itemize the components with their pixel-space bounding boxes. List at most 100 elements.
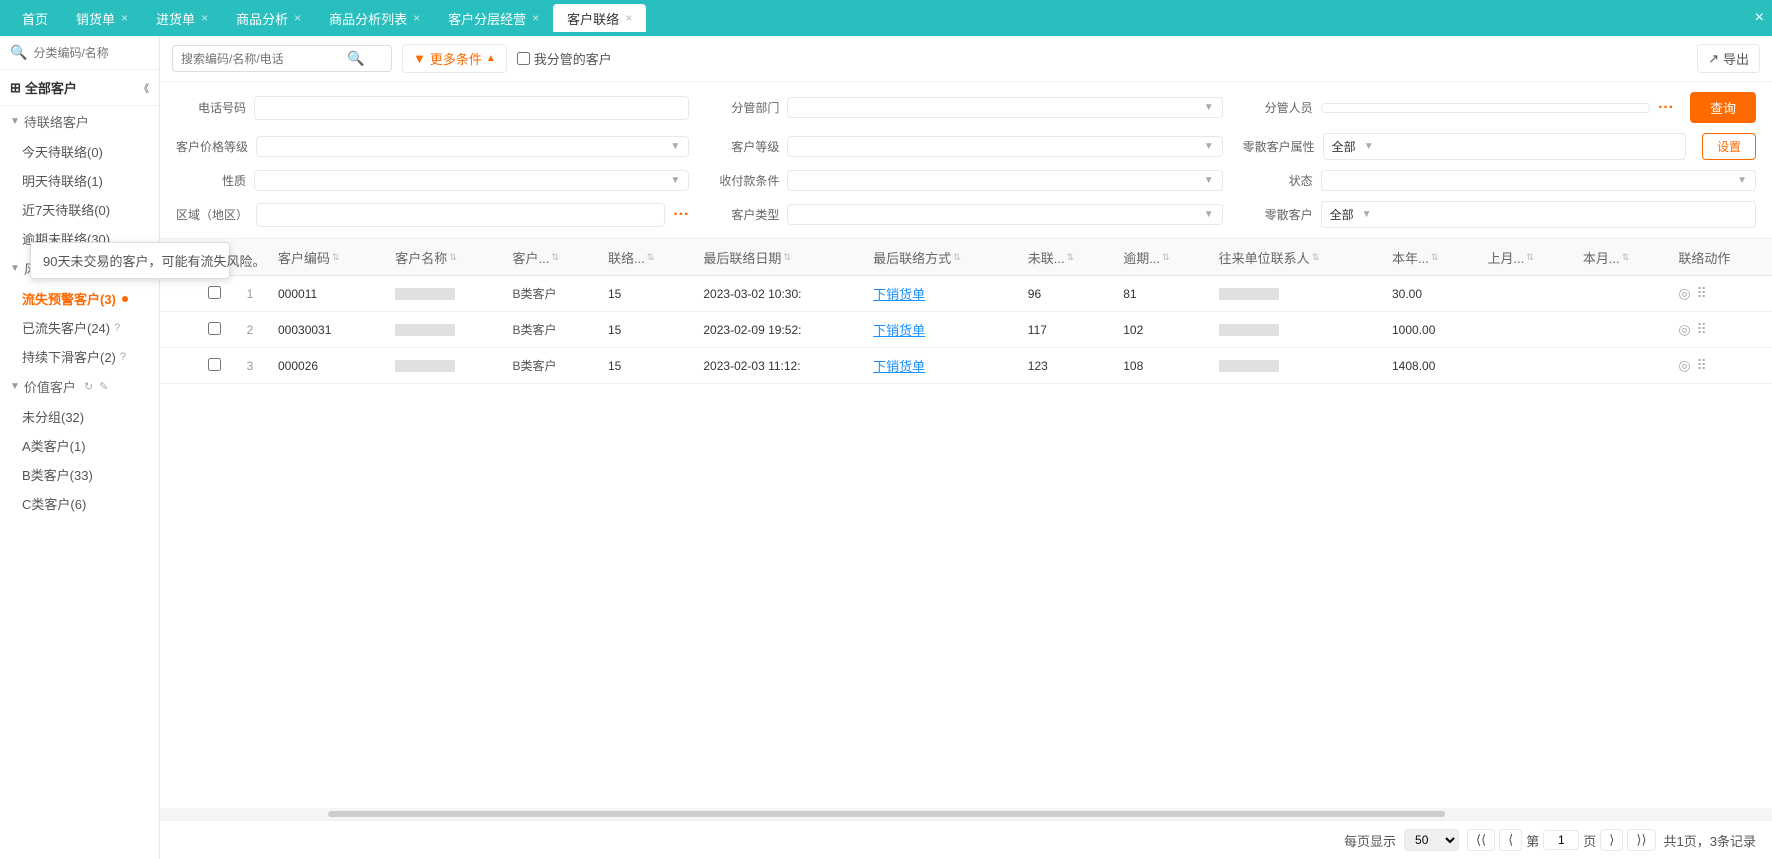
col-this-month[interactable]: 本月...⇅ bbox=[1573, 239, 1668, 276]
col-last-month[interactable]: 上月...⇅ bbox=[1477, 239, 1572, 276]
row-last-contact-way[interactable]: 下销货单 bbox=[863, 312, 1018, 348]
row-check-cell[interactable] bbox=[196, 312, 232, 348]
row-check-cell[interactable] bbox=[196, 276, 232, 312]
col-last-contact-date[interactable]: 最后联络日期⇅ bbox=[693, 239, 863, 276]
col-code[interactable]: 客户编码⇅ bbox=[268, 239, 385, 276]
tab-sales[interactable]: 销货单 × bbox=[62, 4, 142, 32]
arrow-down-icon-risk: ▼ bbox=[10, 263, 20, 274]
page-next-btn[interactable]: ⟩ bbox=[1600, 829, 1623, 851]
horizontal-scrollbar[interactable] bbox=[160, 808, 1772, 820]
filter-cust-level-select[interactable]: ▼ bbox=[787, 136, 1222, 157]
filter-phone-input[interactable] bbox=[254, 96, 689, 120]
sidebar-search-input[interactable] bbox=[33, 46, 160, 60]
row-last-contact-way[interactable]: 下销货单 bbox=[863, 276, 1018, 312]
tab-product-analysis-close[interactable]: × bbox=[294, 11, 301, 25]
window-close-btn[interactable]: × bbox=[1755, 9, 1764, 27]
sidebar-item-7days[interactable]: 近7天待联络(0) bbox=[0, 195, 159, 224]
tab-customer-contact[interactable]: 客户联络 × bbox=[553, 4, 646, 32]
filter-price-tier-select[interactable]: ▼ bbox=[256, 136, 689, 157]
tab-customer-tier[interactable]: 客户分层经营 × bbox=[434, 4, 553, 32]
row-more-icon[interactable]: ⠿ bbox=[1697, 321, 1707, 338]
col-unit-contacts[interactable]: 往来单位联系人⇅ bbox=[1209, 239, 1382, 276]
row-checkbox[interactable] bbox=[208, 286, 221, 299]
col-overdue[interactable]: 逾期...⇅ bbox=[1113, 239, 1208, 276]
filter-retail-select[interactable]: 全部 ▼ bbox=[1321, 201, 1756, 228]
sidebar-item-class-b[interactable]: B类客户(33) bbox=[0, 460, 159, 489]
sidebar-item-class-c[interactable]: C类客户(6) bbox=[0, 489, 159, 518]
tab-product-analysis-list-close[interactable]: × bbox=[413, 11, 420, 25]
sidebar-item-today[interactable]: 今天待联络(0) bbox=[0, 137, 159, 166]
col-no-contact[interactable]: 未联...⇅ bbox=[1018, 239, 1113, 276]
col-contacts[interactable]: 联络...⇅ bbox=[598, 239, 693, 276]
page-first-btn[interactable]: ⟨⟨ bbox=[1467, 829, 1495, 851]
more-filter-btn[interactable]: ▼ 更多条件 ▲ bbox=[402, 44, 507, 73]
filter-status-select[interactable]: ▼ bbox=[1321, 170, 1756, 191]
sidebar-item-class-a[interactable]: A类客户(1) bbox=[0, 431, 159, 460]
tab-purchase-close[interactable]: × bbox=[201, 11, 208, 25]
main-search-input[interactable] bbox=[181, 52, 341, 66]
tab-home[interactable]: 首页 bbox=[8, 4, 62, 32]
row-no-contact: 123 bbox=[1018, 348, 1113, 384]
row-this-month bbox=[1573, 276, 1668, 312]
filter-manager-select[interactable] bbox=[1321, 103, 1650, 113]
sort-overdue-icon: ⇅ bbox=[1162, 252, 1170, 263]
filter-manager-more-btn[interactable]: ··· bbox=[1658, 99, 1674, 117]
page-prev-btn[interactable]: ⟨ bbox=[1499, 829, 1522, 851]
filter-manager: 分管人员 ··· 查询 bbox=[1243, 92, 1756, 123]
arrow-down-icon: ▼ bbox=[10, 116, 20, 127]
row-more-icon[interactable]: ⠿ bbox=[1697, 357, 1707, 374]
export-btn[interactable]: ↗ 导出 bbox=[1697, 44, 1760, 73]
filter-region-input[interactable] bbox=[256, 203, 665, 227]
col-this-year[interactable]: 本年...⇅ bbox=[1382, 239, 1477, 276]
my-customers-checkbox[interactable] bbox=[517, 52, 530, 65]
per-page-select[interactable]: 50 100 200 bbox=[1404, 829, 1459, 851]
filter-region-more-btn[interactable]: ··· bbox=[673, 206, 689, 224]
filter-nature-select[interactable]: ▼ bbox=[254, 170, 689, 191]
filter-dept-select[interactable]: ▼ bbox=[787, 97, 1222, 118]
settings-btn[interactable]: 设置 bbox=[1702, 133, 1756, 160]
page-input[interactable] bbox=[1543, 830, 1579, 850]
tab-customer-contact-close[interactable]: × bbox=[625, 11, 632, 25]
sidebar-group-header-pending[interactable]: ▼ 待联络客户 bbox=[0, 106, 159, 137]
tab-sales-close[interactable]: × bbox=[121, 11, 128, 25]
row-more-icon[interactable]: ⠿ bbox=[1697, 285, 1707, 302]
row-last-contact-way[interactable]: 下销货单 bbox=[863, 348, 1018, 384]
query-btn[interactable]: 查询 bbox=[1690, 92, 1756, 123]
tab-product-analysis[interactable]: 商品分析 × bbox=[222, 4, 315, 32]
row-checkbox[interactable] bbox=[208, 358, 221, 371]
help-icon2: ? bbox=[120, 351, 126, 363]
row-contact-icon[interactable]: ◎ bbox=[1678, 321, 1690, 338]
page-last-btn[interactable]: ⟩⟩ bbox=[1627, 829, 1655, 851]
row-checkbox[interactable] bbox=[208, 322, 221, 335]
filter-payment-select[interactable]: ▼ bbox=[787, 170, 1222, 191]
row-contact-icon[interactable]: ◎ bbox=[1678, 285, 1690, 302]
row-contact-icon[interactable]: ◎ bbox=[1678, 357, 1690, 374]
row-this-month bbox=[1573, 348, 1668, 384]
my-customers-checkbox-wrap[interactable]: 我分管的客户 bbox=[517, 49, 612, 68]
edit-icon[interactable]: ✎ bbox=[99, 380, 108, 393]
filter-retail-attr-select[interactable]: 全部 ▼ bbox=[1323, 133, 1686, 160]
row-settings-cell bbox=[160, 348, 196, 384]
main-search-btn[interactable]: 🔍 bbox=[347, 50, 364, 67]
col-type[interactable]: 客户...⇅ bbox=[503, 239, 598, 276]
tab-product-analysis-list[interactable]: 商品分析列表 × bbox=[315, 4, 434, 32]
col-last-contact-way[interactable]: 最后联络方式⇅ bbox=[863, 239, 1018, 276]
sidebar-item-already-lost[interactable]: 已流失客户(24) ? bbox=[0, 313, 159, 342]
sidebar-all-customers[interactable]: ⊞ 全部客户 《 bbox=[0, 70, 159, 106]
filter-cust-type-select[interactable]: ▼ bbox=[787, 204, 1222, 225]
sidebar-group-header-value[interactable]: ▼ 价值客户 ↻ ✎ bbox=[0, 371, 159, 402]
filter-cust-level: 客户等级 ▼ bbox=[709, 133, 1222, 160]
filter-payment-label: 收付款条件 bbox=[709, 172, 779, 189]
sort-date-icon: ⇅ bbox=[783, 252, 791, 263]
refresh-icon[interactable]: ↻ bbox=[84, 380, 93, 393]
sidebar-item-lost-pre[interactable]: 流失预警客户(3) bbox=[0, 284, 159, 313]
row-no-contact: 117 bbox=[1018, 312, 1113, 348]
sidebar-item-tomorrow[interactable]: 明天待联络(1) bbox=[0, 166, 159, 195]
sidebar-item-unsorted[interactable]: 未分组(32) bbox=[0, 402, 159, 431]
tab-bar: 首页 销货单 × 进货单 × 商品分析 × 商品分析列表 × 客户分层经营 × … bbox=[0, 0, 1772, 36]
tab-purchase[interactable]: 进货单 × bbox=[142, 4, 222, 32]
col-name[interactable]: 客户名称⇅ bbox=[385, 239, 502, 276]
tab-customer-tier-close[interactable]: × bbox=[532, 11, 539, 25]
row-check-cell[interactable] bbox=[196, 348, 232, 384]
sidebar-item-follow-down[interactable]: 持续下滑客户(2) ? bbox=[0, 342, 159, 371]
